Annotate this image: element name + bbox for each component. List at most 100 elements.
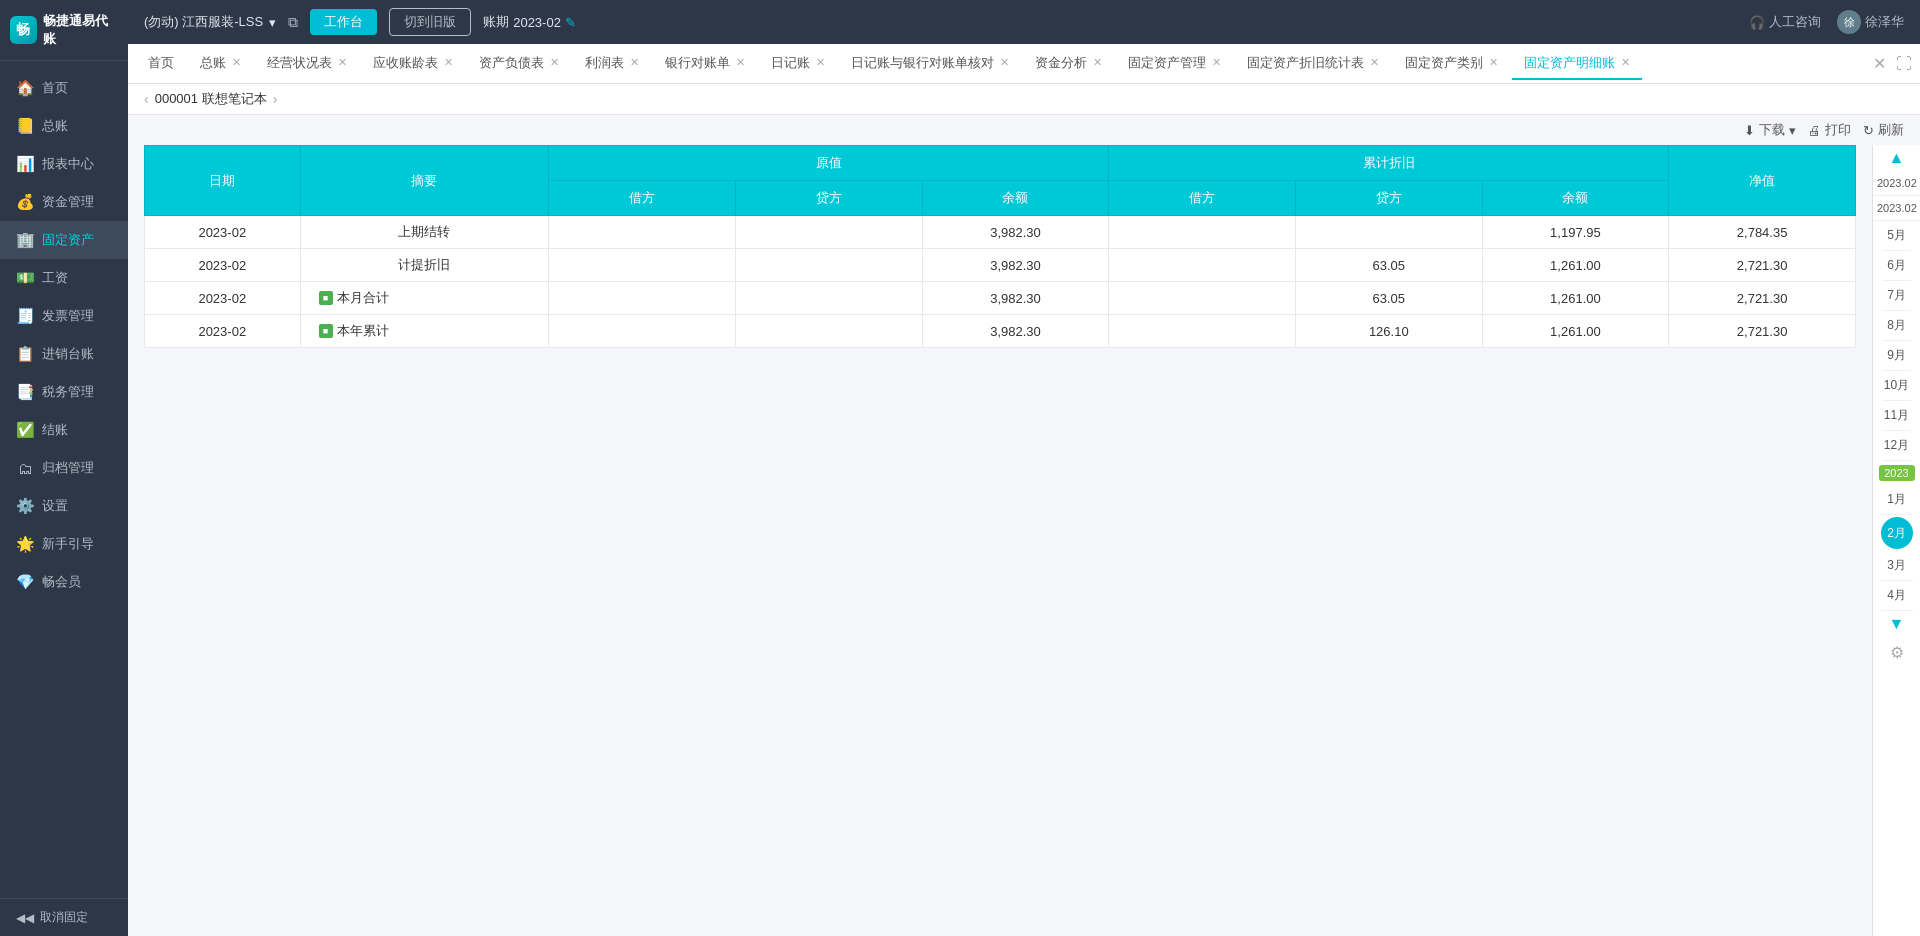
- cell-accum-debit: [1109, 282, 1296, 315]
- logo-icon: 畅: [10, 16, 37, 44]
- company-selector[interactable]: (勿动) 江西服装-LSS ▾: [144, 13, 276, 31]
- tab-close-profit[interactable]: ✕: [630, 56, 639, 69]
- cell-accum-balance: 1,261.00: [1482, 282, 1669, 315]
- sidebar-item-capital[interactable]: 💰资金管理: [0, 183, 128, 221]
- tab-bank[interactable]: 银行对账单 ✕: [653, 48, 757, 80]
- calendar-month[interactable]: 9月: [1882, 341, 1911, 371]
- tabbar-expand-icon[interactable]: ⛶: [1896, 55, 1912, 73]
- breadcrumb-prev[interactable]: ‹: [144, 91, 149, 107]
- tab-label-bank: 银行对账单: [665, 54, 730, 72]
- sidebar-item-home[interactable]: 🏠首页: [0, 69, 128, 107]
- calendar-panel: ▲ 2023.02 2023.02 5月6月7月8月9月10月11月12月 20…: [1872, 145, 1920, 936]
- th-net-value: 净值: [1669, 146, 1856, 216]
- tab-receivable[interactable]: 应收账龄表✕: [361, 48, 465, 80]
- sidebar-icon-capital: 💰: [16, 193, 34, 211]
- tab-fa-depreciation[interactable]: 固定资产折旧统计表✕: [1235, 48, 1391, 80]
- download-chevron: ▾: [1789, 123, 1796, 138]
- tab-fa-mgmt[interactable]: 固定资产管理 ✕: [1116, 48, 1233, 80]
- tab-assets-liabilities[interactable]: 资产负债表✕: [467, 48, 571, 80]
- tab-label-journal-bank: 日记账与银行对账单核对: [851, 54, 994, 72]
- calendar-month[interactable]: 2月: [1881, 517, 1913, 549]
- edit-period-icon[interactable]: ✎: [565, 15, 576, 30]
- sidebar-item-settings[interactable]: ⚙️设置: [0, 487, 128, 525]
- calendar-month[interactable]: 5月: [1882, 221, 1911, 251]
- tab-close-bank[interactable]: ✕: [736, 56, 745, 69]
- cell-accum-debit: [1109, 315, 1296, 348]
- sidebar-item-archive[interactable]: 🗂归档管理: [0, 449, 128, 487]
- calendar-month[interactable]: 11月: [1882, 401, 1911, 431]
- workspace-button[interactable]: 工作台: [310, 9, 377, 35]
- cell-summary: ■本月合计: [300, 282, 549, 315]
- tab-close-fa-detail[interactable]: ✕: [1621, 56, 1630, 69]
- calendar-month[interactable]: 8月: [1882, 311, 1911, 341]
- sidebar-item-member[interactable]: 💎畅会员: [0, 563, 128, 601]
- tab-close-fa-depreciation[interactable]: ✕: [1370, 56, 1379, 69]
- tab-bar: 首页总账✕经营状况表✕应收账龄表✕资产负债表✕利润表✕银行对账单✕日记账✕日记账…: [128, 44, 1920, 84]
- header-right: 🎧 人工咨询 徐 徐泽华: [1749, 10, 1904, 34]
- sidebar-item-guide[interactable]: 🌟 新手引导: [0, 525, 128, 563]
- calendar-month[interactable]: 3月: [1881, 551, 1913, 581]
- calendar-scroll-down[interactable]: ▼: [1873, 611, 1920, 637]
- sidebar-item-ledger[interactable]: 📒总账: [0, 107, 128, 145]
- tab-journal[interactable]: 日记账✕: [759, 48, 837, 80]
- tab-close-receivable[interactable]: ✕: [444, 56, 453, 69]
- tab-close-journal[interactable]: ✕: [816, 56, 825, 69]
- copy-icon[interactable]: ⧉: [288, 14, 298, 31]
- tab-capital-analysis[interactable]: 资金分析✕: [1023, 48, 1114, 80]
- tab-close-fa-category[interactable]: ✕: [1489, 56, 1498, 69]
- tab-fa-category[interactable]: 固定资产类别✕: [1393, 48, 1510, 80]
- calendar-month[interactable]: 4月: [1881, 581, 1913, 611]
- help-button[interactable]: 🎧 人工咨询: [1749, 13, 1821, 31]
- switch-version-button[interactable]: 切到旧版: [389, 8, 471, 36]
- tab-label-business: 经营状况表: [267, 54, 332, 72]
- sidebar-icon-guide: 🌟: [16, 535, 34, 553]
- calendar-month[interactable]: 10月: [1882, 371, 1911, 401]
- sidebar-item-settle[interactable]: ✅结账: [0, 411, 128, 449]
- tab-journal-bank[interactable]: 日记账与银行对账单核对 ✕: [839, 48, 1021, 80]
- calendar-settings[interactable]: ⚙: [1873, 637, 1920, 668]
- calendar-month[interactable]: 7月: [1882, 281, 1911, 311]
- table-row: 2023-02 上期结转 3,982.30 1,197.95 2,784.35: [145, 216, 1856, 249]
- sidebar-icon-member: 💎: [16, 573, 34, 591]
- sidebar-unpin[interactable]: ◀◀ 取消固定: [0, 898, 128, 936]
- sidebar-item-tax[interactable]: 📑税务管理: [0, 373, 128, 411]
- cell-orig-balance: 3,982.30: [922, 282, 1109, 315]
- tab-profit[interactable]: 利润表✕: [573, 48, 651, 80]
- tab-close-business[interactable]: ✕: [338, 56, 347, 69]
- sidebar-item-invoice[interactable]: 🧾发票管理: [0, 297, 128, 335]
- calendar-scroll-up[interactable]: ▲: [1873, 145, 1920, 171]
- sidebar-item-fixed-assets[interactable]: 🏢固定资产: [0, 221, 128, 259]
- th-accum-credit: 贷方: [1295, 181, 1482, 216]
- period-display: 账期 2023-02 ✎: [483, 13, 576, 31]
- main-area: (勿动) 江西服装-LSS ▾ ⧉ 工作台 切到旧版 账期 2023-02 ✎ …: [128, 0, 1920, 936]
- calendar-month[interactable]: 12月: [1882, 431, 1911, 461]
- tab-fa-detail[interactable]: 固定资产明细账✕: [1512, 48, 1642, 80]
- tab-home[interactable]: 首页: [136, 48, 186, 80]
- tab-close-fa-mgmt[interactable]: ✕: [1212, 56, 1221, 69]
- tab-close-journal-bank[interactable]: ✕: [1000, 56, 1009, 69]
- sidebar-item-payroll[interactable]: 💵工资: [0, 259, 128, 297]
- tab-close-assets-liabilities[interactable]: ✕: [550, 56, 559, 69]
- download-icon: ⬇: [1744, 123, 1755, 138]
- refresh-button[interactable]: ↻ 刷新: [1863, 121, 1904, 139]
- th-original-value: 原值: [549, 146, 1109, 181]
- tab-label-ledger: 总账: [200, 54, 226, 72]
- user-menu[interactable]: 徐 徐泽华: [1837, 10, 1904, 34]
- calendar-month[interactable]: 6月: [1882, 251, 1911, 281]
- breadcrumb-next[interactable]: ›: [273, 91, 278, 107]
- tab-close-ledger[interactable]: ✕: [232, 56, 241, 69]
- sidebar-label-settle: 结账: [42, 421, 68, 439]
- tab-ledger[interactable]: 总账 ✕: [188, 48, 253, 80]
- calendar-month[interactable]: 1月: [1881, 485, 1913, 515]
- download-button[interactable]: ⬇ 下载 ▾: [1744, 121, 1796, 139]
- tab-label-fa-mgmt: 固定资产管理: [1128, 54, 1206, 72]
- cell-summary: 上期结转: [300, 216, 549, 249]
- sidebar-label-guide: 新手引导: [42, 535, 94, 553]
- tabbar-close-icon[interactable]: ✕: [1873, 54, 1886, 73]
- sidebar-item-reports[interactable]: 📊报表中心: [0, 145, 128, 183]
- sidebar-item-sales[interactable]: 📋进销台账: [0, 335, 128, 373]
- table-row: 2023-02 ■本月合计 3,982.30 63.05 1,261.00 2,…: [145, 282, 1856, 315]
- tab-business[interactable]: 经营状况表 ✕: [255, 48, 359, 80]
- tab-close-capital-analysis[interactable]: ✕: [1093, 56, 1102, 69]
- print-button[interactable]: 🖨 打印: [1808, 121, 1851, 139]
